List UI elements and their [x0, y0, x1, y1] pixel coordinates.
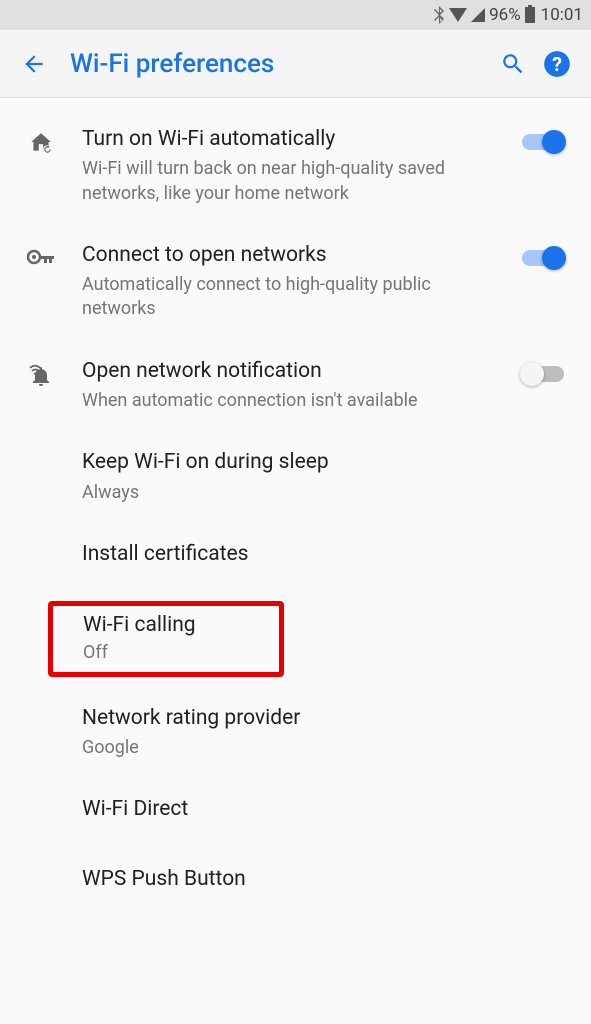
toggle-open-notif[interactable]	[522, 366, 564, 382]
setting-keep-on-sleep[interactable]: Keep Wi-Fi on during sleep Always	[0, 431, 591, 523]
setting-title: Network rating provider	[82, 705, 563, 732]
toggle-open-networks[interactable]	[522, 250, 564, 266]
clock-time: 10:01	[541, 5, 583, 25]
bluetooth-icon	[433, 6, 445, 24]
setting-subtitle: Automatically connect to high-quality pu…	[82, 273, 503, 322]
setting-subtitle: Wi-Fi will turn back on near high-qualit…	[82, 157, 503, 206]
toggle-auto-wifi[interactable]	[522, 134, 564, 150]
setting-title: Keep Wi-Fi on during sleep	[82, 449, 563, 476]
page-title: Wi-Fi preferences	[56, 49, 491, 79]
back-button[interactable]	[12, 42, 56, 86]
setting-wifi-calling[interactable]: Wi-Fi calling Off	[48, 601, 284, 677]
arrow-back-icon	[21, 51, 47, 77]
setting-title: Wi-Fi Direct	[82, 796, 563, 823]
setting-title: Wi-Fi calling	[83, 612, 275, 639]
battery-percentage: 96%	[489, 5, 521, 25]
setting-install-certs[interactable]: Install certificates	[0, 523, 591, 593]
setting-subtitle: Off	[83, 641, 275, 665]
setting-open-networks[interactable]: Connect to open networks Automatically c…	[0, 224, 591, 340]
app-bar: Wi-Fi preferences ?	[0, 30, 591, 98]
setting-rating-provider[interactable]: Network rating provider Google	[0, 687, 591, 779]
setting-open-notif[interactable]: Open network notification When automatic…	[0, 340, 591, 432]
setting-subtitle: Google	[82, 736, 563, 760]
setting-title: Open network notification	[82, 358, 503, 385]
help-icon: ?	[543, 50, 571, 78]
key-icon	[27, 246, 55, 268]
setting-title: Install certificates	[82, 541, 563, 568]
setting-subtitle: Always	[82, 481, 563, 505]
settings-list: Turn on Wi-Fi automatically Wi-Fi will t…	[0, 98, 591, 918]
search-icon	[500, 51, 526, 77]
svg-text:?: ?	[552, 53, 562, 76]
setting-title: Turn on Wi-Fi automatically	[82, 126, 503, 153]
help-button[interactable]: ?	[535, 42, 579, 86]
bell-wifi-icon	[28, 362, 54, 388]
setting-wifi-direct[interactable]: Wi-Fi Direct	[0, 778, 591, 848]
setting-wps-push[interactable]: WPS Push Button	[0, 848, 591, 918]
setting-subtitle: When automatic connection isn't availabl…	[82, 389, 503, 413]
setting-title: WPS Push Button	[82, 866, 563, 893]
setting-auto-wifi[interactable]: Turn on Wi-Fi automatically Wi-Fi will t…	[0, 108, 591, 224]
battery-icon	[525, 7, 535, 23]
status-bar: 96% 10:01	[0, 0, 591, 30]
wifi-triangle-icon	[449, 8, 467, 22]
setting-title: Connect to open networks	[82, 242, 503, 269]
signal-icon	[471, 8, 485, 22]
search-button[interactable]	[491, 42, 535, 86]
home-refresh-icon	[28, 130, 54, 156]
